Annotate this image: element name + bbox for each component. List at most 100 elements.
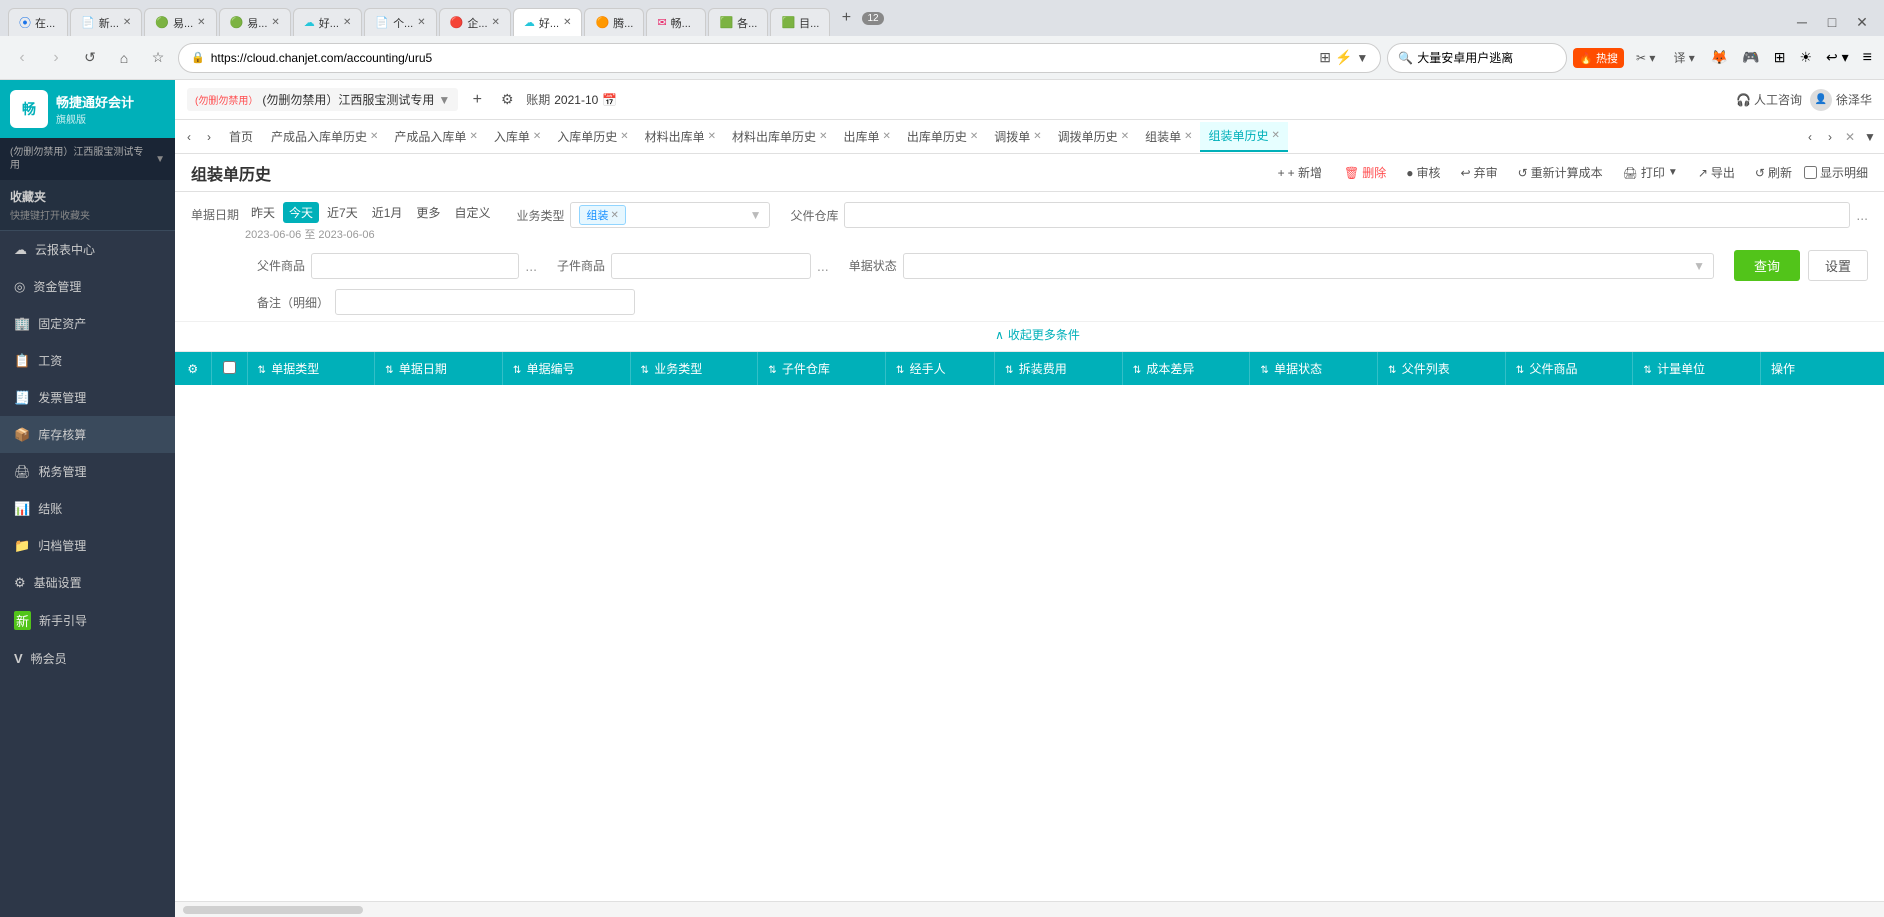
tab-close-prod-in[interactable]: ✕ [469,131,477,142]
undo-button[interactable]: ↩ ▾ [1822,49,1853,66]
tab-close-assemble-hist[interactable]: ✕ [1121,131,1129,142]
browser-tab-2[interactable]: 📄 新... ✕ [70,8,142,36]
tab-close-4[interactable]: ✕ [271,17,279,28]
company-settings-button[interactable]: ⚙ [496,89,518,111]
sidebar-item-settle[interactable]: 📊 结账 [0,490,175,527]
th-order-status[interactable]: ⇅ 单据状态 [1250,352,1378,385]
add-button[interactable]: + + 新增 [1268,160,1332,185]
company-selector[interactable]: (勿删勿禁用） (勿删勿禁用）江西服宝测试专用 ▼ [187,88,458,111]
app-tab-prod-in[interactable]: 产成品入库单 ✕ [386,122,485,152]
lightning-icon[interactable]: ⚡ [1335,49,1352,66]
note-field[interactable] [335,289,635,315]
tab-close-mat-out-hist[interactable]: ✕ [819,131,827,142]
support-button[interactable]: 🎧 人工咨询 [1736,91,1802,108]
app-tab-kit-hist[interactable]: 组装单历史 ✕ [1200,122,1287,152]
bookmark-button[interactable]: ☆ [144,44,172,72]
print-dropdown-icon[interactable]: ▼ [1668,167,1678,178]
th-parent-list[interactable]: ⇅ 父件列表 [1378,352,1506,385]
audit-button[interactable]: ● 审核 [1398,160,1448,185]
parent-goods-field[interactable] [311,253,519,279]
sidebar-item-salary[interactable]: 📋 工资 [0,342,175,379]
sidebar-item-tax[interactable]: 🖨 税务管理 [0,453,175,490]
tab-close-2[interactable]: ✕ [123,17,131,28]
home-button[interactable]: ⌂ [110,44,138,72]
sidebar-company[interactable]: (勿删勿禁用）江西服宝测试专用 ▼ [0,138,175,180]
app-tab-kit[interactable]: 组装单 ✕ [1137,122,1200,152]
browser-tab-9[interactable]: 🟠 腾... [584,8,644,36]
table-settings-icon[interactable]: ⚙ [187,362,198,376]
abandon-button[interactable]: ↩ 弃审 [1453,160,1506,185]
more-options-icon[interactable]: ... [1856,207,1868,223]
app-tab-out-hist[interactable]: 出库单历史 ✕ [899,122,986,152]
browser-tab-10[interactable]: ✉ 畅... [646,8,706,36]
sidebar-item-invoice[interactable]: 🧾 发票管理 [0,379,175,416]
th-biz-type[interactable]: ⇅ 业务类型 [630,352,758,385]
game-button[interactable]: 🎮 [1738,49,1763,66]
th-order-no[interactable]: ⇅ 单据编号 [502,352,630,385]
app-tab-prod-in-hist[interactable]: 产成品入库单历史 ✕ [263,122,386,152]
tab-close-assemble[interactable]: ✕ [1033,131,1041,142]
more-date-btn[interactable]: 更多 [410,202,446,223]
horizontal-scrollbar[interactable] [183,906,363,914]
app-tab-mat-out-hist[interactable]: 材料出库单历史 ✕ [724,122,835,152]
th-handler[interactable]: ⇅ 经手人 [885,352,994,385]
parent-warehouse-field[interactable] [844,202,1850,228]
child-goods-more[interactable]: ... [817,258,829,274]
th-order-date[interactable]: ⇅ 单据日期 [375,352,503,385]
cut-button[interactable]: ✂ ▾ [1630,51,1661,65]
tab-close-prod-in-hist[interactable]: ✕ [370,131,378,142]
tab-close-5[interactable]: ✕ [343,17,351,28]
tab-close-kit-hist[interactable]: ✕ [1272,130,1280,141]
sidebar-item-report[interactable]: ☁ 云报表中心 [0,231,175,268]
delete-button[interactable]: 🗑 删除 [1336,160,1394,185]
export-button[interactable]: ↗ 导出 [1690,160,1743,185]
grid-button[interactable]: ⊞ [1770,49,1790,66]
week7-btn[interactable]: 近7天 [321,202,364,223]
tab-close-all[interactable]: ✕ [1840,125,1860,149]
menu-button[interactable]: ≡ [1859,49,1876,67]
tab-close-out[interactable]: ✕ [882,131,890,142]
hot-badge[interactable]: 🔥 热搜 [1573,48,1624,68]
sidebar-item-archive[interactable]: 📁 归档管理 [0,527,175,564]
th-settings[interactable]: ⚙ [175,352,211,385]
qr-icon[interactable]: ⊞ [1319,49,1331,66]
sidebar-item-settings[interactable]: ⚙ 基础设置 [0,564,175,601]
child-goods-field[interactable] [611,253,811,279]
sidebar-item-finance[interactable]: ◎ 资金管理 [0,268,175,305]
address-bar[interactable]: 🔒 https://cloud.chanjet.com/accounting/u… [178,43,1381,73]
sidebar-item-inventory[interactable]: 📦 库存核算 [0,416,175,453]
browser-tab-3[interactable]: 🟢 易... ✕ [144,8,216,36]
forward-button[interactable]: › [42,44,70,72]
month1-btn[interactable]: 近1月 [366,202,409,223]
print-button[interactable]: 🖨 打印 ▼ [1615,160,1686,185]
app-tab-assemble-hist[interactable]: 调拨单历史 ✕ [1050,122,1137,152]
sidebar-favorites[interactable]: 收藏夹 快捷键打开收藏夹 [0,180,175,231]
biz-type-field[interactable]: 组装 ✕ ▼ [570,202,770,228]
tab-nav-left[interactable]: ‹ [179,125,199,149]
th-parent-goods[interactable]: ⇅ 父件商品 [1505,352,1633,385]
query-button[interactable]: 查询 [1734,250,1800,281]
browser-tab-8[interactable]: ☁ 好... ✕ [513,8,583,36]
sidebar-item-member[interactable]: V 畅会员 [0,640,175,677]
sun-button[interactable]: ☀ [1795,49,1816,66]
tab-close-8[interactable]: ✕ [563,17,571,28]
refresh-button[interactable]: ↺ 刷新 [1747,160,1800,185]
status-dropdown-icon[interactable]: ▼ [1693,259,1705,273]
tab-close-out-hist[interactable]: ✕ [970,131,978,142]
user-info[interactable]: 👤 徐泽华 [1810,89,1872,111]
app-tab-assemble[interactable]: 调拨单 ✕ [986,122,1049,152]
browser-tab-5[interactable]: ☁ 好... ✕ [293,8,363,36]
add-company-button[interactable]: + [466,89,488,111]
browser-tab-1[interactable]: ⦿ 在... [8,8,68,36]
browser-tab-7[interactable]: 🔴 企... ✕ [439,8,511,36]
biz-type-dropdown-icon[interactable]: ▼ [750,208,762,222]
tab-close-in-order[interactable]: ✕ [533,131,541,142]
browser-tab-11[interactable]: 🟩 各... [708,8,768,36]
app-tab-mat-out[interactable]: 材料出库单 ✕ [637,122,724,152]
tab-close-mat-out[interactable]: ✕ [708,131,716,142]
tab-menu[interactable]: ▼ [1860,125,1880,149]
tab-scroll-right[interactable]: › [1820,125,1840,149]
tab-scroll-left[interactable]: ‹ [1800,125,1820,149]
maximize-button[interactable]: □ [1818,8,1846,36]
yesterday-btn[interactable]: 昨天 [245,202,281,223]
